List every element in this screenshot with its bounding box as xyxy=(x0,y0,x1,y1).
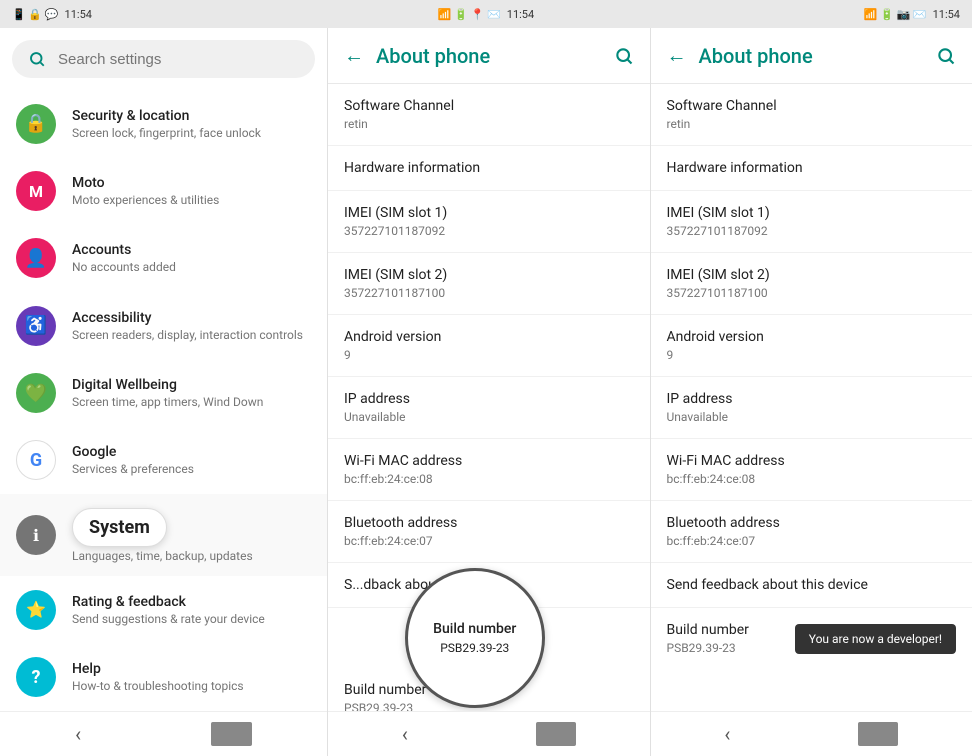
about-item-ip-2[interactable]: IP address Unavailable xyxy=(651,377,972,439)
nav-bar: ‹ — xyxy=(0,711,327,756)
search-icon-2[interactable] xyxy=(936,46,956,66)
search-input[interactable] xyxy=(58,51,299,68)
sidebar-item-wellbeing[interactable]: 💚 Digital Wellbeing Screen time, app tim… xyxy=(0,359,327,426)
accounts-text: Accounts No accounts added xyxy=(72,242,176,274)
about-item-android-1[interactable]: Android version 9 xyxy=(328,315,650,377)
sidebar-item-accessibility[interactable]: ♿ Accessibility Screen readers, display,… xyxy=(0,292,327,359)
about-title-2: About phone xyxy=(699,44,925,68)
accessibility-text: Accessibility Screen readers, display, i… xyxy=(72,310,303,342)
about-item-bt-1[interactable]: Bluetooth address bc:ff:eb:24:ce:07 xyxy=(328,501,650,563)
about-item-android-2[interactable]: Android version 9 xyxy=(651,315,972,377)
sidebar-item-security[interactable]: 🔒 Security & location Screen lock, finge… xyxy=(0,90,327,157)
sidebar-item-help[interactable]: ? Help How-to & troubleshooting topics xyxy=(0,644,327,711)
about-item-hw-info-2[interactable]: Hardware information xyxy=(651,146,972,191)
about-item-imei1-1[interactable]: IMEI (SIM slot 1) 357227101187092 xyxy=(328,191,650,253)
about-item-bt-2[interactable]: Bluetooth address bc:ff:eb:24:ce:07 xyxy=(651,501,972,563)
rating-icon: ⭐ xyxy=(16,590,56,630)
system-text: System Languages, time, backup, updates xyxy=(72,508,253,563)
about-item-feedback-2[interactable]: Send feedback about this device xyxy=(651,563,972,608)
moto-icon: M xyxy=(16,171,56,211)
nav-back[interactable]: ‹ xyxy=(75,722,81,746)
status-time-left: 11:54 xyxy=(65,8,92,21)
about-header-2: ← About phone xyxy=(651,28,972,84)
status-time-right: 11:54 xyxy=(933,8,960,21)
about-panel-1: ← About phone Software Channel retin Har… xyxy=(328,28,651,756)
about-item-build-1[interactable]: Build number PSB29.39-23 Build number PS… xyxy=(328,608,650,711)
about-title-1: About phone xyxy=(376,44,602,68)
status-bar-right: 📶 🔋 📷 ✉️ 11:54 xyxy=(644,8,960,21)
wellbeing-text: Digital Wellbeing Screen time, app timer… xyxy=(72,377,263,409)
nav-back-2[interactable]: ‹ xyxy=(402,722,408,746)
system-bubble-label: System xyxy=(72,508,167,547)
search-icon-1[interactable] xyxy=(614,46,634,66)
build-number-circle: Build number PSB29.39-23 xyxy=(405,568,545,708)
about-item-wifi-2[interactable]: Wi-Fi MAC address bc:ff:eb:24:ce:08 xyxy=(651,439,972,501)
security-icon: 🔒 xyxy=(16,104,56,144)
about-content-1: Software Channel retin Hardware informat… xyxy=(328,84,650,711)
nav-back-3[interactable]: ‹ xyxy=(724,722,730,746)
status-icons-center: 📶 🔋 📍 ✉️ xyxy=(438,8,501,21)
developer-toast: You are now a developer! xyxy=(795,624,956,654)
sidebar-item-google[interactable]: G Google Services & preferences xyxy=(0,427,327,494)
back-button-2[interactable]: ← xyxy=(667,43,687,68)
nav-bar-2: ‹ xyxy=(328,711,650,756)
rating-text: Rating & feedback Send suggestions & rat… xyxy=(72,594,265,626)
about-item-software-channel-1[interactable]: Software Channel retin xyxy=(328,84,650,146)
sidebar-item-system[interactable]: ℹ System Languages, time, backup, update… xyxy=(0,494,327,576)
sidebar-item-accounts[interactable]: 👤 Accounts No accounts added xyxy=(0,225,327,292)
google-icon: G xyxy=(16,440,56,480)
about-content-2: Software Channel retin Hardware informat… xyxy=(651,84,972,711)
status-bar-center: 📶 🔋 📍 ✉️ 11:54 xyxy=(328,8,644,21)
settings-panel: 🔒 Security & location Screen lock, finge… xyxy=(0,28,328,756)
security-text: Security & location Screen lock, fingerp… xyxy=(72,108,261,140)
main-layout: 🔒 Security & location Screen lock, finge… xyxy=(0,28,972,756)
nav-home[interactable]: — xyxy=(211,722,252,746)
about-header-1: ← About phone xyxy=(328,28,650,84)
about-item-wifi-1[interactable]: Wi-Fi MAC address bc:ff:eb:24:ce:08 xyxy=(328,439,650,501)
accessibility-icon: ♿ xyxy=(16,306,56,346)
about-item-imei2-2[interactable]: IMEI (SIM slot 2) 357227101187100 xyxy=(651,253,972,315)
status-icons-right: 📶 🔋 📷 ✉️ xyxy=(864,8,927,21)
nav-bar-3: ‹ xyxy=(651,711,972,756)
status-bar-left: 📱 🔒 💬 11:54 xyxy=(12,8,328,21)
status-time-center: 11:54 xyxy=(507,8,534,21)
about-item-hw-info-1[interactable]: Hardware information xyxy=(328,146,650,191)
status-bar: 📱 🔒 💬 11:54 📶 🔋 📍 ✉️ 11:54 📶 🔋 📷 ✉️ 11:5… xyxy=(0,0,972,28)
sidebar-item-rating[interactable]: ⭐ Rating & feedback Send suggestions & r… xyxy=(0,576,327,643)
google-text: Google Services & preferences xyxy=(72,444,194,476)
system-icon: ℹ xyxy=(16,515,56,555)
about-item-software-channel-2[interactable]: Software Channel retin xyxy=(651,84,972,146)
back-button-1[interactable]: ← xyxy=(344,43,364,68)
wellbeing-icon: 💚 xyxy=(16,373,56,413)
nav-home-2[interactable] xyxy=(536,722,576,746)
search-icon xyxy=(28,50,46,68)
accounts-icon: 👤 xyxy=(16,238,56,278)
about-item-imei1-2[interactable]: IMEI (SIM slot 1) 357227101187092 xyxy=(651,191,972,253)
status-icons-left: 📱 🔒 💬 xyxy=(12,8,59,21)
moto-text: Moto Moto experiences & utilities xyxy=(72,175,219,207)
search-bar[interactable] xyxy=(12,40,315,78)
about-item-build-2[interactable]: Build number PSB29.39-23 You are now a d… xyxy=(651,608,972,669)
nav-home-3[interactable] xyxy=(858,722,898,746)
about-panel-2: ← About phone Software Channel retin Har… xyxy=(651,28,972,756)
sidebar-item-moto[interactable]: M Moto Moto experiences & utilities xyxy=(0,157,327,224)
about-item-ip-1[interactable]: IP address Unavailable xyxy=(328,377,650,439)
help-icon: ? xyxy=(16,657,56,697)
about-item-imei2-1[interactable]: IMEI (SIM slot 2) 357227101187100 xyxy=(328,253,650,315)
help-text: Help How-to & troubleshooting topics xyxy=(72,661,244,693)
